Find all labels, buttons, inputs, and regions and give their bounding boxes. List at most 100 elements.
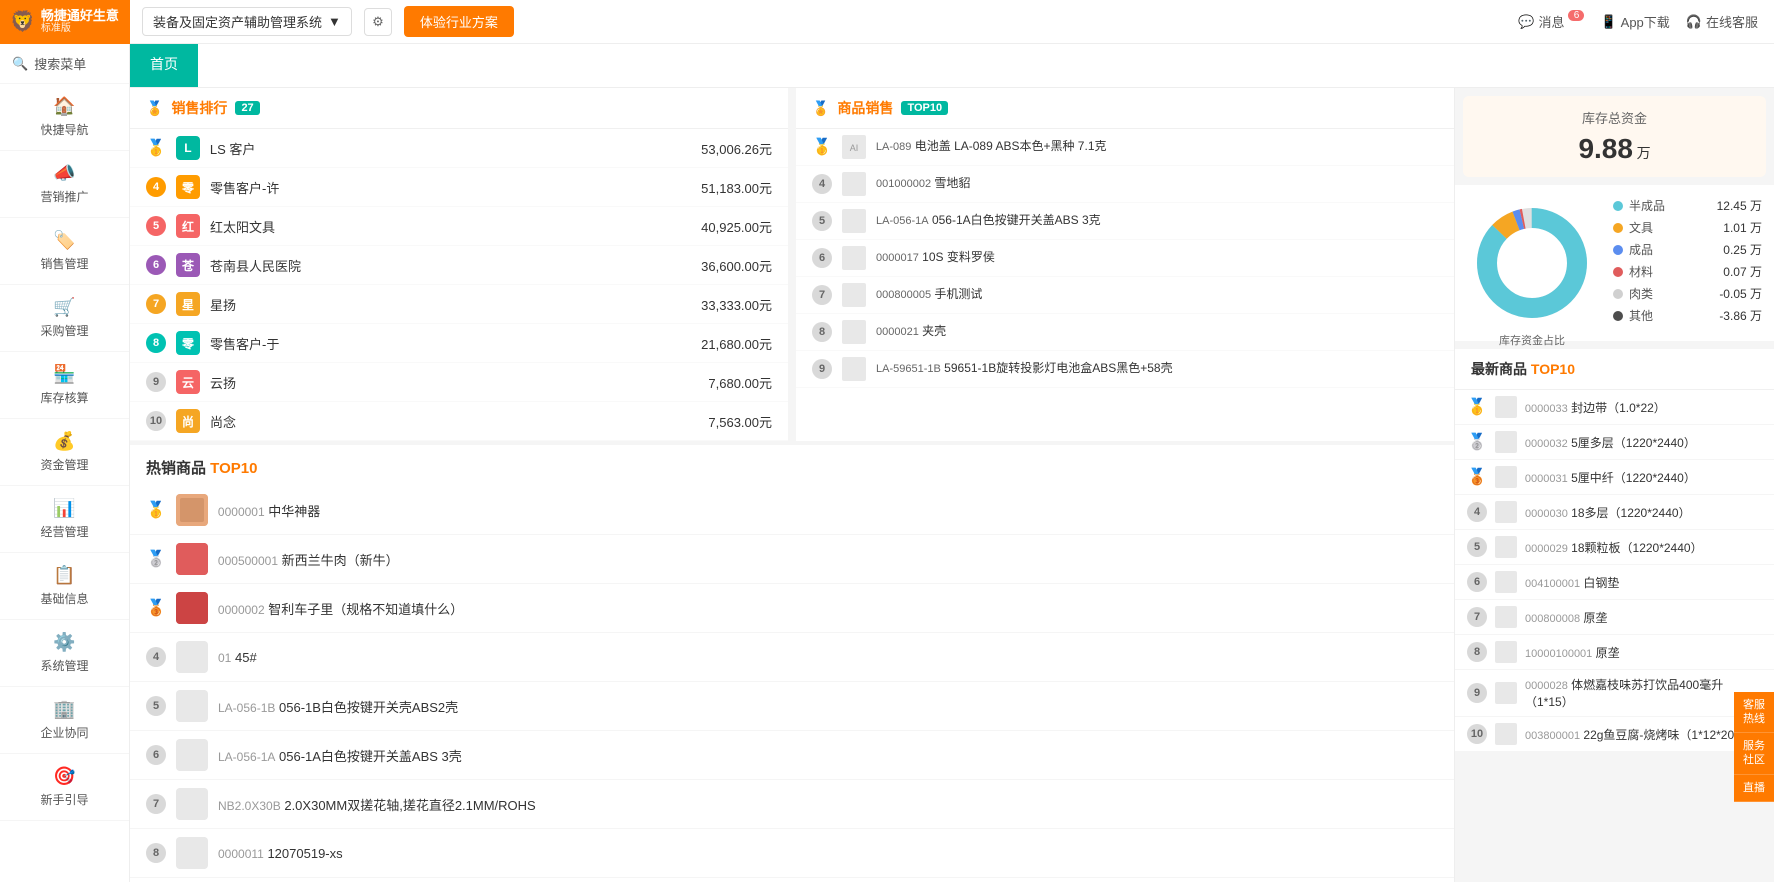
legend-val-4: -0.05 万 <box>1719 285 1762 302</box>
new-img-3 <box>1495 466 1517 488</box>
sidebar-item-purchase[interactable]: 🛒 采购管理 <box>0 285 129 352</box>
top-bar: 🦁 畅捷通好生意 标准版 装备及固定资产辅助管理系统 ▼ ⚙ 体验行业方案 💬 … <box>0 0 1774 44</box>
new-img-9 <box>1495 682 1517 704</box>
logo-main: 畅捷通好生意 <box>41 8 119 24</box>
content-area: 首页 🏅 销售排行 27 <box>130 44 1774 882</box>
message-item[interactable]: 💬 消息 6 <box>1518 12 1584 31</box>
sidebar-item-base-info[interactable]: 📋 基础信息 <box>0 553 129 620</box>
system-selector[interactable]: 装备及固定资产辅助管理系统 ▼ <box>142 7 352 36</box>
product-medal-icon: 🏅 <box>812 100 829 117</box>
hot-img-4 <box>176 641 208 673</box>
online-service-label: 在线客服 <box>1706 12 1758 31</box>
new-rank-8: 8 <box>1467 642 1487 662</box>
sidebar-search[interactable]: 🔍 搜索菜单 <box>0 44 129 84</box>
settings-button[interactable]: ⚙ <box>364 8 392 36</box>
rank-value-2: 51,183.00元 <box>701 178 772 197</box>
product-rank-table: 🥇 AI LA-089 电池盖 LA-089 ABS本色+黑种 7.1克 <box>796 129 1454 388</box>
dropdown-icon: ▼ <box>328 14 341 29</box>
gold-medal-icon: 🥇 <box>146 138 166 158</box>
chart-label: 库存资金占比 <box>1467 332 1597 348</box>
sidebar-item-finance[interactable]: 💰 资金管理 <box>0 419 129 486</box>
sidebar-label-finance: 资金管理 <box>40 456 88 473</box>
rank-num-3: 5 <box>146 216 166 236</box>
new-img-7 <box>1495 606 1517 628</box>
app-download-item[interactable]: 📱 App下载 <box>1600 12 1669 31</box>
inventory-card: 库存总资金 9.88 万 <box>1463 96 1766 177</box>
hot-info-5: LA-056-1B 056-1B白色按键开关壳ABS2壳 <box>218 697 1438 716</box>
logo-icon: 🦁 <box>10 9 35 34</box>
sales-rank-panel: 🏅 销售排行 27 🥇 L LS 客户 53,006.26元 <box>130 88 788 441</box>
donut-chart: 库存资金占比 <box>1467 198 1597 328</box>
p-info-4: 0000017 10S 变料罗侯 <box>876 249 1438 266</box>
new-rank-10: 10 <box>1467 724 1487 744</box>
hot-img-6 <box>176 739 208 771</box>
sidebar-item-marketing[interactable]: 📣 营销推广 <box>0 151 129 218</box>
rank-num-4: 6 <box>146 255 166 275</box>
inventory-title: 库存总资金 <box>1475 108 1754 127</box>
content-body: 🏅 销售排行 27 🥇 L LS 客户 53,006.26元 <box>130 88 1774 882</box>
sidebar-item-enterprise[interactable]: 🏢 企业协同 <box>0 687 129 754</box>
sidebar-item-sales[interactable]: 🏷️ 销售管理 <box>0 218 129 285</box>
new-info-9: 0000028 体燃嘉枝味苏打饮品400毫升（1*15） <box>1525 676 1762 710</box>
hot-rank-4: 4 <box>146 647 166 667</box>
rank-value-7: 7,680.00元 <box>708 373 772 392</box>
sidebar-label-enterprise: 企业协同 <box>40 724 88 741</box>
new-products-header: 最新商品 TOP10 <box>1455 349 1774 390</box>
hot-rank-8: 8 <box>146 843 166 863</box>
finance-icon: 💰 <box>53 431 75 452</box>
rank-value-4: 36,600.00元 <box>701 256 772 275</box>
sidebar-label-sales: 销售管理 <box>40 255 88 272</box>
sidebar-item-inventory[interactable]: 🏪 库存核算 <box>0 352 129 419</box>
tab-home[interactable]: 首页 <box>130 44 198 87</box>
hot-row-3: 🥉 0000002 智利车子里（规格不知道填什么） <box>130 584 1454 633</box>
rank-row-4: 6 苍 苍南县人民医院 36,600.00元 <box>130 246 788 285</box>
p-rank-3: 5 <box>812 211 832 231</box>
avatar-7: 云 <box>176 370 200 394</box>
p-img-7 <box>842 357 866 381</box>
p-info-7: LA-59651-1B 59651-1B旋转投影灯电池盒ABS黑色+58壳 <box>876 360 1438 377</box>
new-img-2 <box>1495 431 1517 453</box>
rank-num-6: 8 <box>146 333 166 353</box>
legend-val-2: 0.25 万 <box>1723 241 1762 258</box>
sidebar-item-system[interactable]: ⚙️ 系统管理 <box>0 620 129 687</box>
avatar-6: 零 <box>176 331 200 355</box>
rank-name-5: 星扬 <box>210 295 691 314</box>
new-info-10: 003800001 22g鱼豆腐-烧烤味（1*12*20） <box>1525 726 1762 743</box>
avatar-3: 红 <box>176 214 200 238</box>
avatar-4: 苍 <box>176 253 200 277</box>
p-info-3: LA-056-1A 056-1A白色按键开关盖ABS 3克 <box>876 212 1438 229</box>
hot-info-1: 0000001 中华神器 <box>218 501 1438 520</box>
product-row-2: 4 001000002 雪地貂 <box>796 166 1454 203</box>
mobile-icon: 📱 <box>1600 14 1616 30</box>
rank-row-5: 7 星 星扬 33,333.00元 <box>130 285 788 324</box>
p-rank-2: 4 <box>812 174 832 194</box>
hot-img-1 <box>176 494 208 526</box>
float-btn-service[interactable]: 客服热线 <box>1734 692 1774 734</box>
p-img-3 <box>842 209 866 233</box>
p-rank-6: 8 <box>812 322 832 342</box>
float-btn-community[interactable]: 服务社区 <box>1734 733 1774 775</box>
chart-area: 库存资金占比 半成品 12.45 万 文具 1.01 万 <box>1455 185 1774 341</box>
new-info-6: 004100001 白钢垫 <box>1525 574 1762 591</box>
new-info-7: 000800008 原垄 <box>1525 609 1762 626</box>
message-icon: 💬 <box>1518 14 1534 30</box>
hot-row-8: 8 0000011 12070519-xs <box>130 829 1454 878</box>
marketing-icon: 📣 <box>53 163 75 184</box>
hot-products-panel: 热销商品 TOP10 🥇 0000001 中华神器 🥈 <box>130 445 1454 882</box>
p-info-5: 000800005 手机测试 <box>876 286 1438 303</box>
rank-value-6: 21,680.00元 <box>701 334 772 353</box>
sidebar-item-guide[interactable]: 🎯 新手引导 <box>0 754 129 821</box>
trial-button[interactable]: 体验行业方案 <box>404 6 514 37</box>
float-btn-live[interactable]: 直播 <box>1734 775 1774 802</box>
sidebar-item-operations[interactable]: 📊 经营管理 <box>0 486 129 553</box>
legend-dot-3 <box>1613 267 1623 277</box>
app-download-label: App下载 <box>1621 12 1670 31</box>
online-service-item[interactable]: 🎧 在线客服 <box>1686 12 1758 31</box>
rank-name-8: 尚念 <box>210 412 698 431</box>
rank-row-8: 10 尚 尚念 7,563.00元 <box>130 402 788 441</box>
system-name: 装备及固定资产辅助管理系统 <box>153 12 322 31</box>
sidebar-item-quick-nav[interactable]: 🏠 快捷导航 <box>0 84 129 151</box>
top-right: 💬 消息 6 📱 App下载 🎧 在线客服 <box>1518 12 1758 31</box>
p-rank-4: 6 <box>812 248 832 268</box>
product-rank-title: 商品销售 <box>837 98 893 118</box>
